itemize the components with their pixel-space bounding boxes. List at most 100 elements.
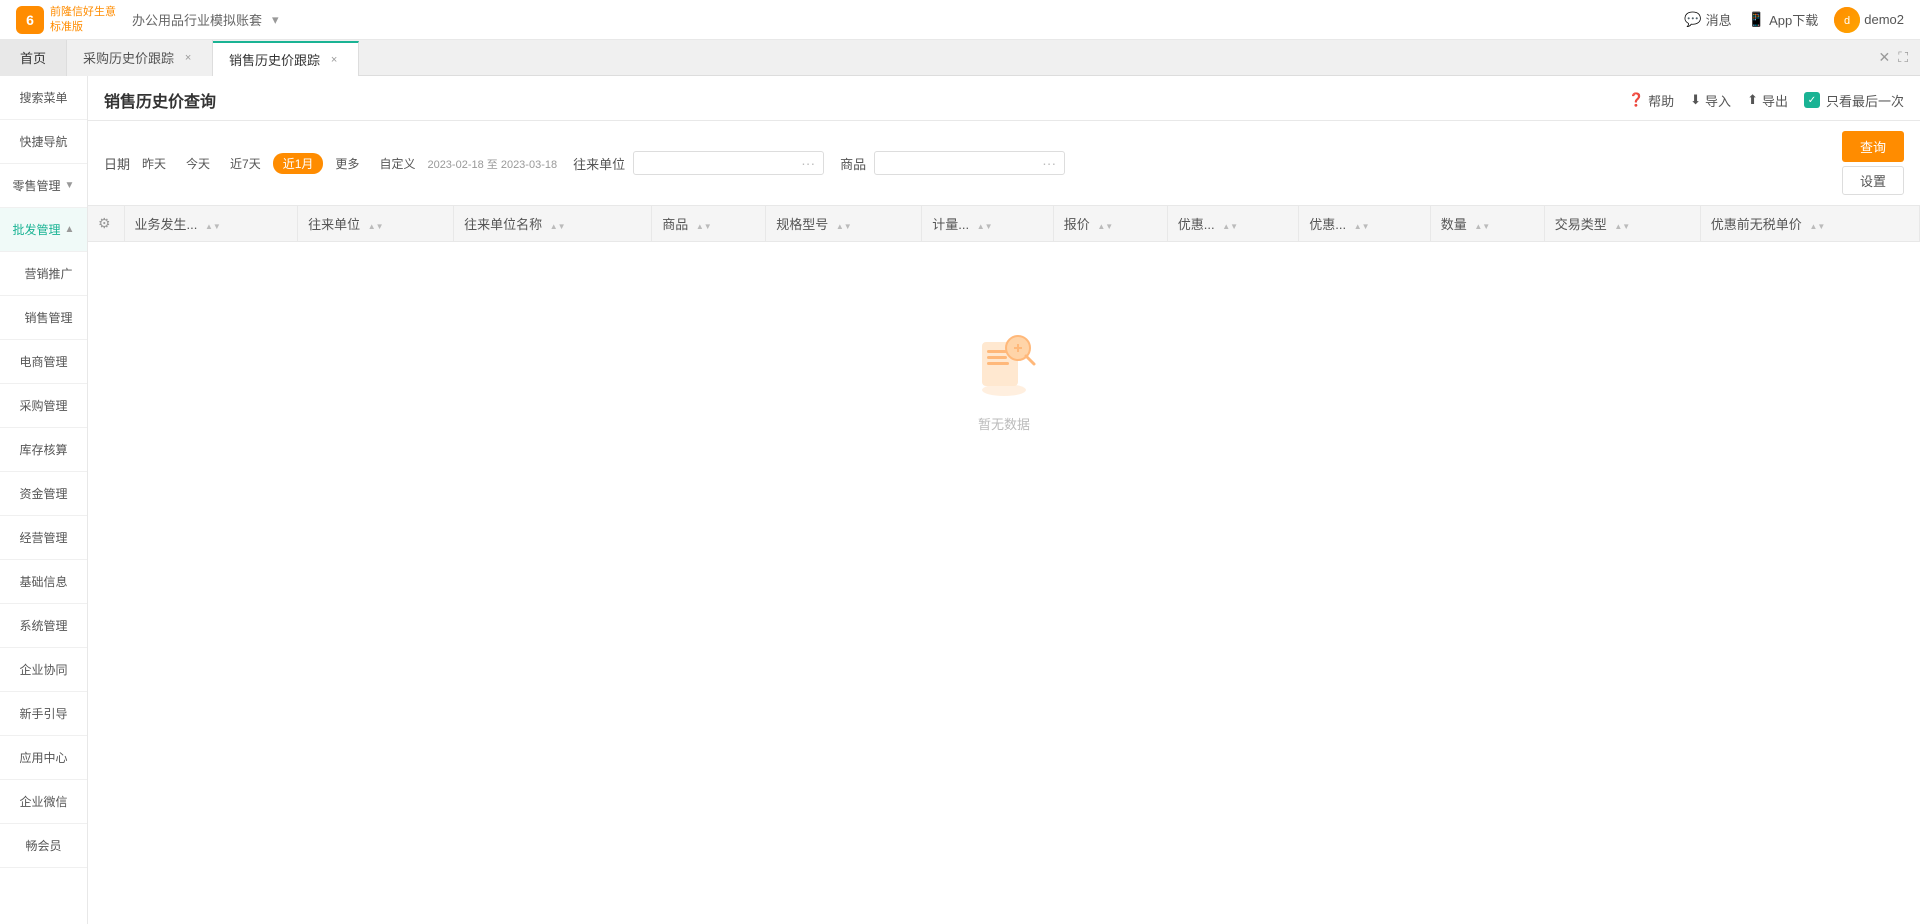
sort-partner-name-icon: ▲▼ <box>550 222 566 231</box>
tabbar-actions: ✕ ⛶ <box>1878 49 1920 66</box>
sidebar-item-finance[interactable]: 资金管理 <box>0 472 87 516</box>
settings-button[interactable]: 设置 <box>1842 166 1904 195</box>
date-range-display: 2023-02-18 至 2023-03-18 <box>427 156 557 172</box>
wechat-label: 企业微信 <box>19 793 67 810</box>
sidebar-item-quick-nav[interactable]: 快捷导航 <box>0 120 87 164</box>
message-btn[interactable]: 💬 消息 <box>1684 10 1731 29</box>
goods-input-wrapper[interactable]: ··· <box>874 151 1065 175</box>
th-trade-type[interactable]: 交易类型 ▲▼ <box>1544 206 1700 242</box>
sidebar-item-member[interactable]: 畅会员 <box>0 824 87 868</box>
marketing-label: 营销推广 <box>24 265 72 282</box>
goods-input[interactable] <box>883 156 1038 170</box>
partner-label: 往来单位 <box>573 154 625 173</box>
table-gear-icon[interactable]: ⚙ <box>98 215 111 231</box>
th-goods[interactable]: 商品 ▲▼ <box>652 206 766 242</box>
empty-text: 暂无数据 <box>978 414 1030 433</box>
sidebar-item-wholesale[interactable]: 批发管理 ▲ <box>0 208 87 252</box>
th-partner-code[interactable]: 往来单位 ▲▼ <box>298 206 454 242</box>
help-btn[interactable]: ❓ 帮助 <box>1628 91 1674 110</box>
system-label: 系统管理 <box>19 617 67 634</box>
sort-discount2-icon: ▲▼ <box>1354 222 1370 231</box>
sort-unit-icon: ▲▼ <box>977 222 993 231</box>
tab-home[interactable]: 首页 <box>0 40 67 76</box>
sidebar-item-sales-mgmt[interactable]: 销售管理 <box>0 296 87 340</box>
tab-home-label: 首页 <box>20 48 46 67</box>
query-button[interactable]: 查询 <box>1842 131 1904 162</box>
import-btn[interactable]: ⬇ 导入 <box>1690 91 1731 110</box>
app-icon: 📱 <box>1748 11 1765 28</box>
th-quoted-price[interactable]: 报价 ▲▼ <box>1053 206 1167 242</box>
filter-bar: 日期 昨天 今天 近7天 近1月 更多 自定义 2023-02-18 至 202… <box>88 121 1920 206</box>
only-last-option[interactable]: ✓ 只看最后一次 <box>1804 91 1904 110</box>
sidebar-item-purchase-mgmt[interactable]: 采购管理 <box>0 384 87 428</box>
tab-sales-close[interactable]: × <box>326 52 342 68</box>
partner-input-wrapper[interactable]: ··· <box>633 151 824 175</box>
topbar-dropdown-icon[interactable]: ▾ <box>272 12 279 28</box>
sidebar-item-enterprise[interactable]: 企业协同 <box>0 648 87 692</box>
date-custom[interactable]: 自定义 <box>371 153 423 174</box>
sidebar-item-wechat[interactable]: 企业微信 <box>0 780 87 824</box>
sidebar-item-search[interactable]: 搜索菜单 <box>0 76 87 120</box>
app-download-btn[interactable]: 📱 App下载 <box>1748 10 1819 29</box>
date-yesterday[interactable]: 昨天 <box>134 153 174 174</box>
th-biz-date[interactable]: 业务发生... ▲▼ <box>124 206 298 242</box>
basic-info-label: 基础信息 <box>19 573 67 590</box>
message-icon: 💬 <box>1684 11 1701 28</box>
th-spec[interactable]: 规格型号 ▲▼ <box>766 206 922 242</box>
th-unit[interactable]: 计量... ▲▼ <box>922 206 1054 242</box>
tab-close-all-icon[interactable]: ✕ <box>1878 49 1890 66</box>
export-icon: ⬆ <box>1747 92 1758 108</box>
quick-nav-label: 快捷导航 <box>19 133 67 150</box>
topbar: 6 前隆信好生意 标准版 办公用品行业模拟账套 ▾ 💬 消息 📱 App下载 d… <box>0 0 1920 40</box>
finance-label: 资金管理 <box>19 485 67 502</box>
empty-state: 暂无数据 <box>88 242 1920 513</box>
tab-sales-history[interactable]: 销售历史价跟踪 × <box>213 41 359 77</box>
avatar: d <box>1834 7 1860 33</box>
goods-picker-icon[interactable]: ··· <box>1042 155 1056 171</box>
logo-icon: 6 <box>16 6 44 34</box>
sidebar-item-basic-info[interactable]: 基础信息 <box>0 560 87 604</box>
date-last1m[interactable]: 近1月 <box>273 153 324 174</box>
tab-fullscreen-icon[interactable]: ⛶ <box>1898 49 1908 66</box>
sort-partner-code-icon: ▲▼ <box>368 222 384 231</box>
topbar-title: 办公用品行业模拟账套 <box>132 10 262 29</box>
main-layout: 搜索菜单 快捷导航 零售管理 ▼ 批发管理 ▲ 营销推广 销售管理 电商管理 采… <box>0 76 1920 924</box>
th-discount1[interactable]: 优惠... ▲▼ <box>1167 206 1299 242</box>
sort-qty-icon: ▲▼ <box>1474 222 1490 231</box>
partner-input[interactable] <box>642 156 797 170</box>
table-header-row: ⚙ 业务发生... ▲▼ 往来单位 ▲▼ 往来单位名称 ▲▼ <box>88 206 1920 242</box>
sort-goods-icon: ▲▼ <box>696 222 712 231</box>
sidebar-item-inventory[interactable]: 库存核算 <box>0 428 87 472</box>
sidebar-item-operations[interactable]: 经营管理 <box>0 516 87 560</box>
export-btn[interactable]: ⬆ 导出 <box>1747 91 1788 110</box>
search-menu-label: 搜索菜单 <box>19 89 67 106</box>
tab-purchase-history[interactable]: 采购历史价跟踪 × <box>67 40 213 76</box>
date-more[interactable]: 更多 <box>327 153 367 174</box>
th-qty[interactable]: 数量 ▲▼ <box>1430 206 1544 242</box>
tab-purchase-label: 采购历史价跟踪 <box>83 48 174 67</box>
ecommerce-label: 电商管理 <box>19 353 67 370</box>
member-label: 畅会员 <box>25 837 61 854</box>
date-options: 昨天 今天 近7天 近1月 更多 自定义 <box>134 153 423 174</box>
data-table: ⚙ 业务发生... ▲▼ 往来单位 ▲▼ 往来单位名称 ▲▼ <box>88 206 1920 242</box>
only-last-checkbox[interactable]: ✓ <box>1804 92 1820 108</box>
table-container: ⚙ 业务发生... ▲▼ 往来单位 ▲▼ 往来单位名称 ▲▼ <box>88 206 1920 924</box>
th-pretax-price[interactable]: 优惠前无税单价 ▲▼ <box>1700 206 1919 242</box>
th-partner-name[interactable]: 往来单位名称 ▲▼ <box>454 206 652 242</box>
sidebar-item-system[interactable]: 系统管理 <box>0 604 87 648</box>
sidebar-item-marketing[interactable]: 营销推广 <box>0 252 87 296</box>
goods-filter-group: 商品 ··· <box>840 151 1065 175</box>
date-last7[interactable]: 近7天 <box>222 153 269 174</box>
partner-picker-icon[interactable]: ··· <box>801 155 815 171</box>
date-today[interactable]: 今天 <box>178 153 218 174</box>
topbar-right: 💬 消息 📱 App下载 d demo2 <box>1684 7 1904 33</box>
sidebar-item-ecommerce[interactable]: 电商管理 <box>0 340 87 384</box>
th-discount2[interactable]: 优惠... ▲▼ <box>1299 206 1431 242</box>
help-icon: ❓ <box>1628 92 1644 108</box>
tab-purchase-close[interactable]: × <box>180 50 196 66</box>
sidebar-item-retail[interactable]: 零售管理 ▼ <box>0 164 87 208</box>
user-menu[interactable]: d demo2 <box>1834 7 1904 33</box>
sidebar-item-guide[interactable]: 新手引导 <box>0 692 87 736</box>
sales-mgmt-label: 销售管理 <box>24 309 72 326</box>
sidebar-item-app-center[interactable]: 应用中心 <box>0 736 87 780</box>
